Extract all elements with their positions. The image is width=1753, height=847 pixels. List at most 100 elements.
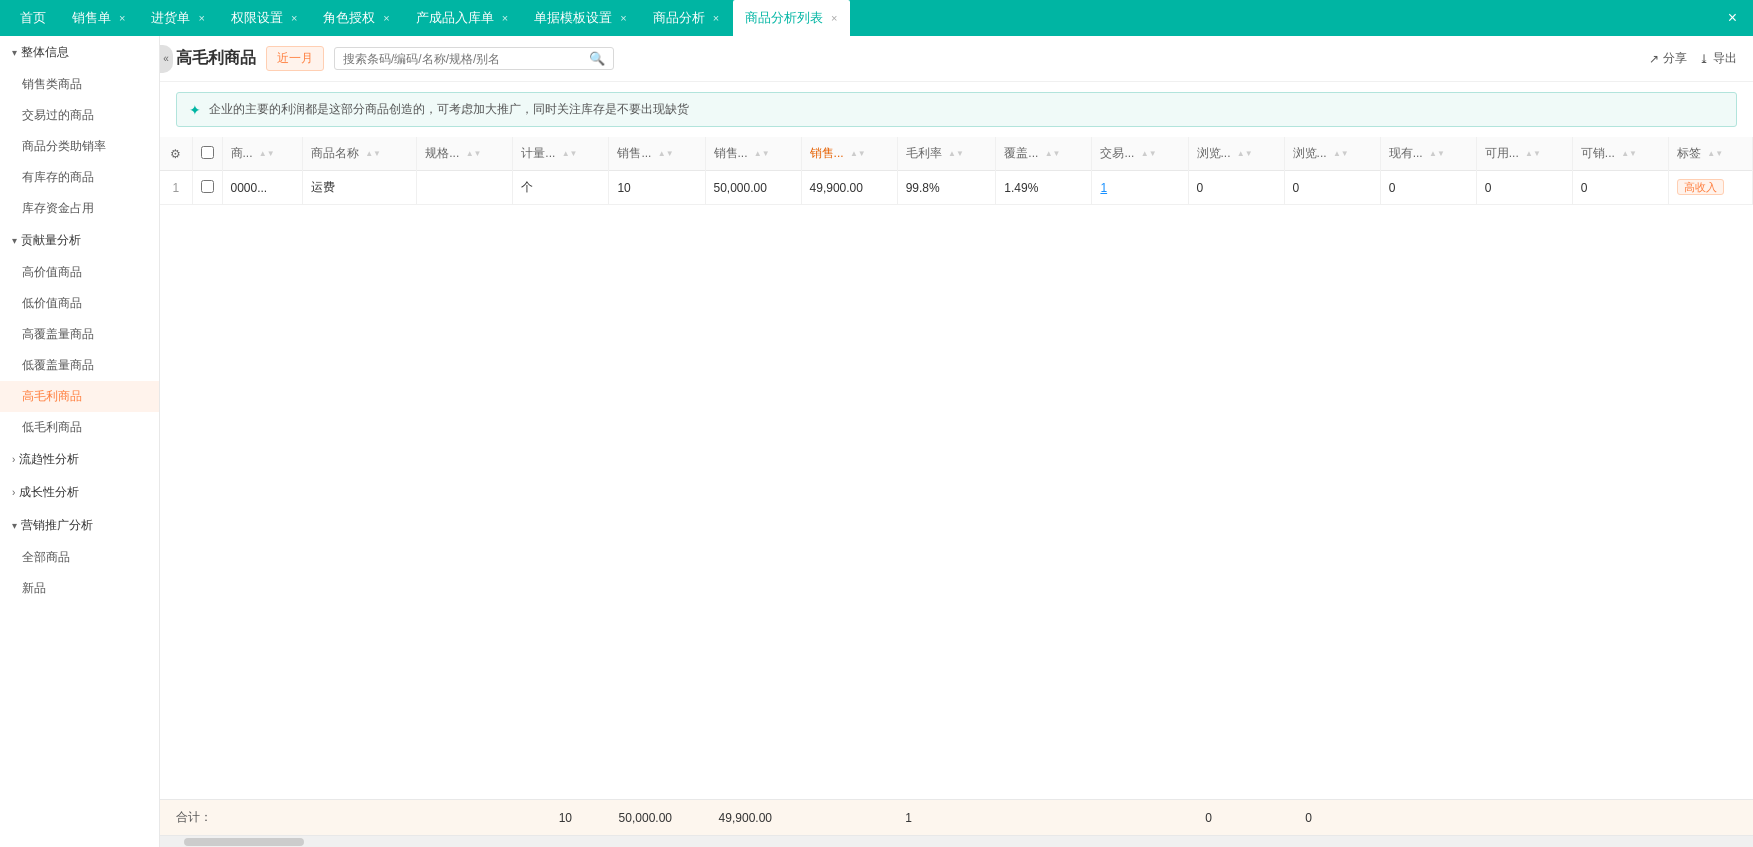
footer-sales-qty: 10 <box>512 811 572 825</box>
row-spec <box>417 171 513 205</box>
table-container[interactable]: ⚙ 商... ▲▼ 商品名称 ▲▼ 规格... <box>160 137 1753 799</box>
sidebar-item-traded-goods[interactable]: 交易过的商品 <box>0 100 159 131</box>
nav-sales-order[interactable]: 销售单 × <box>60 0 137 36</box>
sidebar-item-sales-goods[interactable]: 销售类商品 <box>0 69 159 100</box>
col-sales-qty: 销售... ▲▼ <box>609 137 705 171</box>
sort-gross-margin[interactable]: ▲▼ <box>948 150 964 158</box>
sidebar-group-growth[interactable]: › 成长性分析 <box>0 476 159 509</box>
sidebar-item-high-margin[interactable]: 高毛利商品 <box>0 381 159 412</box>
scroll-thumb[interactable] <box>184 838 304 846</box>
close-product-analysis-list[interactable]: × <box>831 12 837 24</box>
sort-browse1[interactable]: ▲▼ <box>1237 150 1253 158</box>
col-coverage: 覆盖... ▲▼ <box>996 137 1092 171</box>
sort-name[interactable]: ▲▼ <box>365 150 381 158</box>
arrow-growth: › <box>12 487 15 498</box>
nav-product-analysis[interactable]: 商品分析 × <box>641 0 731 36</box>
arrow-contribution: ▾ <box>12 235 17 246</box>
col-tag: 标签 ▲▼ <box>1668 137 1752 171</box>
sidebar-item-stock-capital[interactable]: 库存资金占用 <box>0 193 159 224</box>
info-banner: ✦ 企业的主要的利润都是这部分商品创造的，可考虑加大推广，同时关注库存是不要出现… <box>176 92 1737 127</box>
header-actions: ↗ 分享 ⤓ 导出 <box>1649 50 1737 67</box>
row-name: 运费 <box>302 171 416 205</box>
nav-purchase-order[interactable]: 进货单 × <box>139 0 216 36</box>
sidebar-group-overall[interactable]: ▾ 整体信息 <box>0 36 159 69</box>
main-layout: ▾ 整体信息 销售类商品 交易过的商品 商品分类助销率 有库存的商品 库存资金占… <box>0 36 1753 847</box>
sidebar-item-low-value[interactable]: 低价值商品 <box>0 288 159 319</box>
select-all-checkbox[interactable] <box>201 146 214 159</box>
content-area: « 高毛利商品 近一月 🔍 ↗ 分享 ⤓ 导出 ✦ 企业的主要的利润都是这部 <box>160 36 1753 847</box>
row-browse1: 0 <box>1188 171 1284 205</box>
row-sales-amount: 50,000.00 <box>705 171 801 205</box>
sort-sales-profit[interactable]: ▲▼ <box>850 150 866 158</box>
sort-coverage[interactable]: ▲▼ <box>1045 150 1061 158</box>
row-trade-link[interactable]: 1 <box>1100 181 1107 195</box>
top-navigation: 首页 销售单 × 进货单 × 权限设置 × 角色授权 × 产成品入库单 × 单据… <box>0 0 1753 36</box>
page-title: 高毛利商品 <box>176 48 256 69</box>
table-header-row: ⚙ 商... ▲▼ 商品名称 ▲▼ 规格... <box>160 137 1753 171</box>
footer-sales-profit: 49,900.00 <box>712 811 772 825</box>
close-sales-order[interactable]: × <box>119 12 125 24</box>
col-spec: 规格... ▲▼ <box>417 137 513 171</box>
search-icon[interactable]: 🔍 <box>589 51 605 66</box>
sidebar-collapse-button[interactable]: « <box>160 45 173 73</box>
close-role-auth[interactable]: × <box>383 12 389 24</box>
horizontal-scrollbar[interactable] <box>160 835 1753 847</box>
sort-trade[interactable]: ▲▼ <box>1141 150 1157 158</box>
sidebar-item-stocked-goods[interactable]: 有库存的商品 <box>0 162 159 193</box>
sidebar-item-low-coverage[interactable]: 低覆盖量商品 <box>0 350 159 381</box>
sort-spec[interactable]: ▲▼ <box>466 150 482 158</box>
nav-home[interactable]: 首页 <box>8 0 58 36</box>
sidebar-item-new-goods[interactable]: 新品 <box>0 573 159 604</box>
sort-current-stock[interactable]: ▲▼ <box>1429 150 1445 158</box>
row-available-stock: 0 <box>1476 171 1572 205</box>
col-current-stock: 现有... ▲▼ <box>1380 137 1476 171</box>
nav-product-inbound[interactable]: 产成品入库单 × <box>404 0 520 36</box>
info-icon: ✦ <box>189 102 201 118</box>
sort-sales-amount[interactable]: ▲▼ <box>754 150 770 158</box>
sort-code[interactable]: ▲▼ <box>259 150 275 158</box>
sidebar-item-all-goods[interactable]: 全部商品 <box>0 542 159 573</box>
row-checkbox[interactable] <box>201 180 214 193</box>
filter-recent-month-button[interactable]: 近一月 <box>266 46 324 71</box>
sidebar-item-category-rate[interactable]: 商品分类助销率 <box>0 131 159 162</box>
share-button[interactable]: ↗ 分享 <box>1649 50 1687 67</box>
sort-unit[interactable]: ▲▼ <box>562 150 578 158</box>
close-product-inbound[interactable]: × <box>502 12 508 24</box>
row-num: 1 <box>160 171 192 205</box>
nav-product-analysis-list[interactable]: 商品分析列表 × <box>733 0 849 36</box>
close-permission[interactable]: × <box>291 12 297 24</box>
footer-sales-amount: 50,000.00 <box>612 811 672 825</box>
data-table: ⚙ 商... ▲▼ 商品名称 ▲▼ 规格... <box>160 137 1753 205</box>
close-purchase-order[interactable]: × <box>198 12 204 24</box>
nav-role-auth[interactable]: 角色授权 × <box>311 0 401 36</box>
col-available-stock: 可用... ▲▼ <box>1476 137 1572 171</box>
col-settings[interactable]: ⚙ <box>160 137 192 171</box>
sidebar-group-marketing[interactable]: ▾ 营销推广分析 <box>0 509 159 542</box>
close-all-button[interactable]: × <box>1720 9 1745 27</box>
sidebar-item-high-value[interactable]: 高价值商品 <box>0 257 159 288</box>
sidebar-group-contribution[interactable]: ▾ 贡献量分析 <box>0 224 159 257</box>
sort-available-stock[interactable]: ▲▼ <box>1525 150 1541 158</box>
col-code: 商... ▲▼ <box>222 137 302 171</box>
col-browse1: 浏览... ▲▼ <box>1188 137 1284 171</box>
footer-trade: 1 <box>852 811 912 825</box>
close-template[interactable]: × <box>620 12 626 24</box>
search-input[interactable] <box>343 52 585 66</box>
sort-sales-qty[interactable]: ▲▼ <box>658 150 674 158</box>
sort-sellable[interactable]: ▲▼ <box>1621 150 1637 158</box>
nav-template-settings[interactable]: 单据模板设置 × <box>522 0 638 36</box>
table-row: 1 0000... 运费 个 10 50,000.00 49,900.00 99… <box>160 171 1753 205</box>
col-unit: 计量... ▲▼ <box>513 137 609 171</box>
sidebar-item-high-coverage[interactable]: 高覆盖量商品 <box>0 319 159 350</box>
sort-browse2[interactable]: ▲▼ <box>1333 150 1349 158</box>
export-button[interactable]: ⤓ 导出 <box>1699 50 1737 67</box>
col-sellable: 可销... ▲▼ <box>1572 137 1668 171</box>
row-tag: 高收入 <box>1668 171 1752 205</box>
sidebar-group-trend[interactable]: › 流趋性分析 <box>0 443 159 476</box>
nav-permission-settings[interactable]: 权限设置 × <box>219 0 309 36</box>
close-product-analysis[interactable]: × <box>713 12 719 24</box>
row-tag-badge: 高收入 <box>1677 179 1724 195</box>
sidebar-item-low-margin[interactable]: 低毛利商品 <box>0 412 159 443</box>
sort-tag[interactable]: ▲▼ <box>1707 150 1723 158</box>
row-code: 0000... <box>222 171 302 205</box>
